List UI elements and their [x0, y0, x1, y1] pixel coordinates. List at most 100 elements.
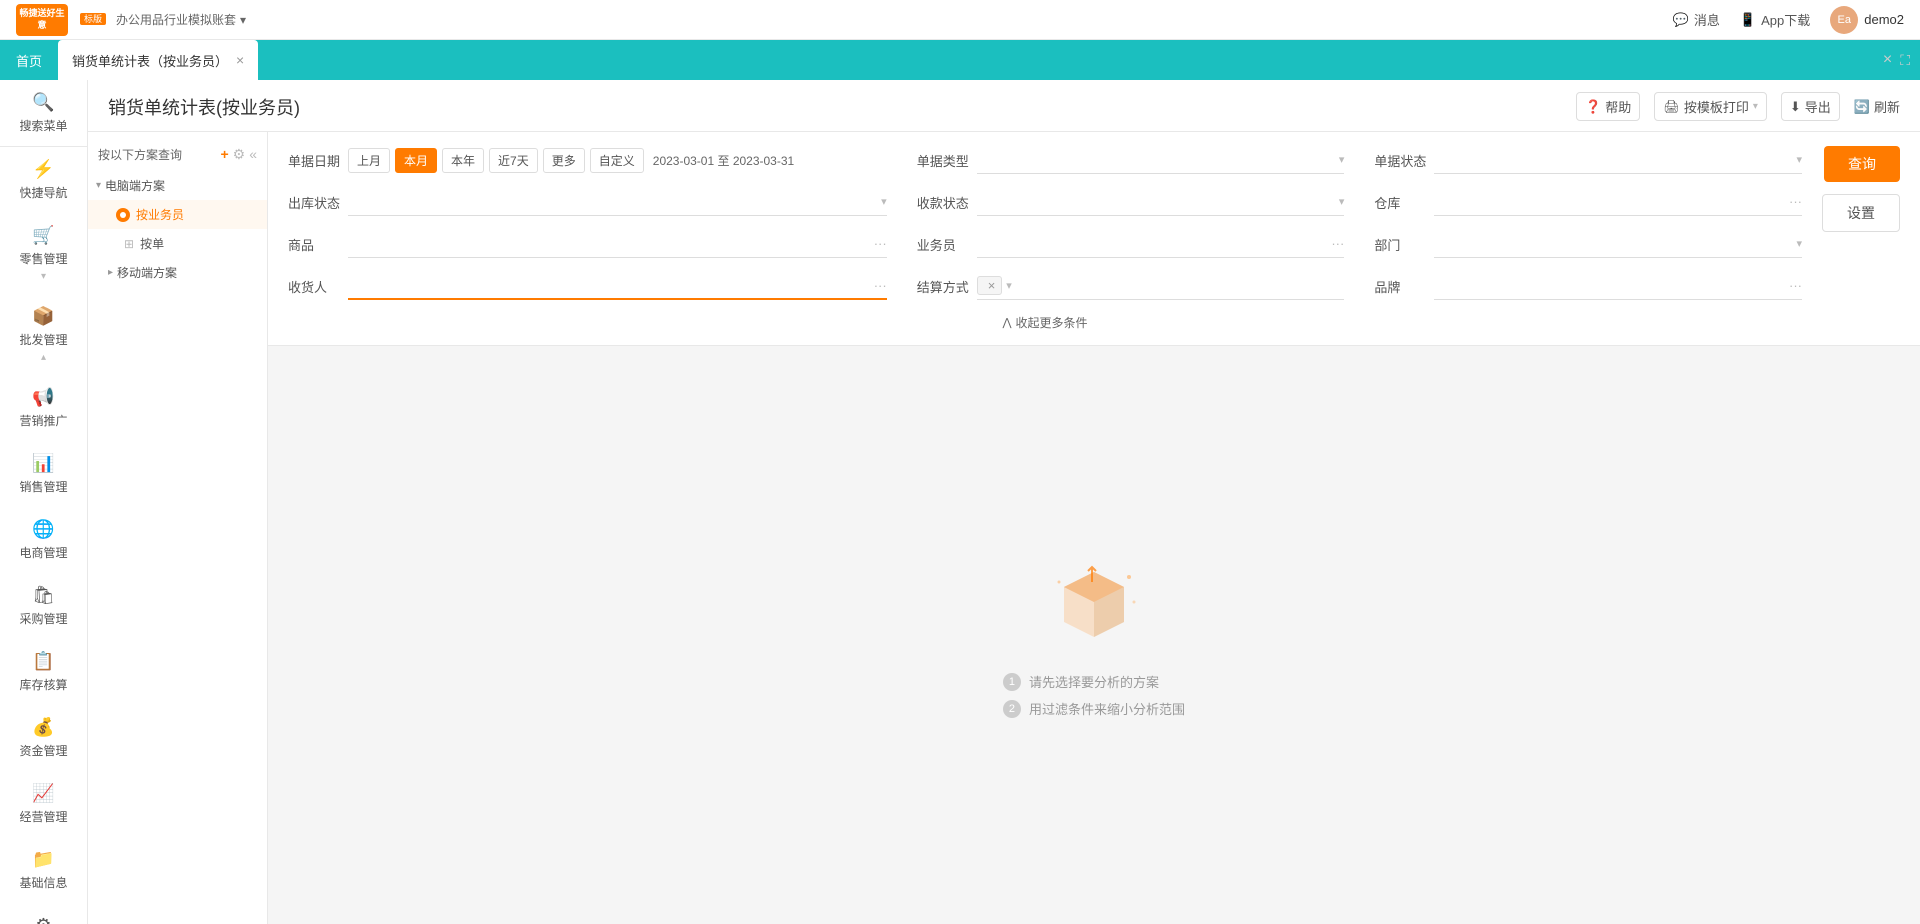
phone-icon: 📱 — [1740, 12, 1756, 28]
filter-consignee-col: 收货人 ··· — [288, 272, 887, 300]
filter-outstatus-col: 出库状态 ▾ — [288, 188, 887, 216]
doctype-select[interactable]: ▾ — [977, 146, 1345, 174]
sidebar-item-system[interactable]: ⚙ 系统管理 — [0, 903, 87, 924]
filter-warehouse-col: 仓库 ··· — [1374, 188, 1802, 216]
department-label: 部门 — [1374, 235, 1434, 254]
payment-tag-close-icon[interactable]: × — [988, 278, 996, 293]
date-btn-this-month[interactable]: 本月 — [395, 148, 437, 173]
settings-button[interactable]: 设置 — [1822, 194, 1900, 232]
collapse-button[interactable]: ⋀ 收起更多条件 — [1002, 308, 1087, 337]
consignee-input[interactable] — [348, 275, 874, 296]
outstatus-select[interactable]: ▾ — [348, 188, 887, 216]
tree-item-salesperson[interactable]: 按业务员 — [88, 200, 267, 229]
tree-item-order[interactable]: ⊞ 按单 — [88, 229, 267, 258]
window-close-button[interactable]: × — [1883, 51, 1892, 69]
print-button[interactable]: 🖨 按模板打印 ▾ — [1654, 92, 1767, 121]
brand-select[interactable]: ··· — [1434, 272, 1802, 300]
payment-tag: × — [977, 276, 1003, 295]
sidebar-item-retail[interactable]: 🛒 零售管理 ▾ — [0, 213, 87, 294]
pc-scheme-group-header[interactable]: ▾ 电脑端方案 — [88, 171, 267, 200]
salesperson-select[interactable]: ··· — [977, 230, 1345, 258]
goods-dots-icon[interactable]: ··· — [874, 236, 887, 251]
sidebar-item-search[interactable]: 🔍 搜索菜单 — [0, 80, 87, 147]
tabbar-right: × ⛶ — [1883, 51, 1920, 69]
message-button[interactable]: 💬 消息 — [1673, 10, 1720, 29]
topbar: 畅捷送好生意 标版 办公用品行业模拟账套 ▾ 💬 消息 📱 App下载 Ea d… — [0, 0, 1920, 40]
user-area[interactable]: Ea demo2 — [1830, 6, 1904, 34]
empty-tip-2: 2 用过滤条件来缩小分析范围 — [1003, 699, 1185, 718]
date-btn-7days[interactable]: 近7天 — [489, 148, 538, 173]
sidebar-item-sales[interactable]: 📊 销售管理 — [0, 441, 87, 507]
query-button[interactable]: 查询 — [1824, 146, 1900, 182]
app-download-button[interactable]: 📱 App下载 — [1740, 10, 1810, 29]
app-title-dropdown[interactable]: 办公用品行业模拟账套 ▾ — [116, 11, 246, 28]
empty-tips: 1 请先选择要分析的方案 2 用过滤条件来缩小分析范围 — [1003, 672, 1185, 718]
order-scheme-icon: ⊞ — [124, 237, 134, 251]
payment-label: 结算方式 — [917, 277, 977, 296]
window-maximize-button[interactable]: ⛶ — [1900, 52, 1910, 69]
sidebar-item-shortcut[interactable]: ⚡ 快捷导航 — [0, 147, 87, 213]
sidebar-item-ecommerce[interactable]: 🌐 电商管理 — [0, 507, 87, 573]
scheme-tree: ▾ 电脑端方案 按业务员 ⊞ 按单 — [88, 171, 267, 914]
right-content: 单据日期 上月 本月 本年 近7天 更多 自定义 2023-03-01 至 20… — [268, 132, 1920, 924]
sidebar-item-marketing[interactable]: 📢 营销推广 — [0, 375, 87, 441]
salesperson-dots-icon[interactable]: ··· — [1331, 236, 1344, 251]
left-panel-header: 按以下方案查询 + ⚙ « — [88, 142, 267, 171]
sidebar-item-purchase[interactable]: 🛍 采购管理 — [0, 573, 87, 639]
consignee-dots-icon[interactable]: ··· — [874, 278, 887, 293]
home-tab[interactable]: 首页 — [0, 40, 58, 80]
avatar-initials: Ea — [1838, 14, 1851, 26]
sidebar-finance-label: 资金管理 — [19, 742, 67, 759]
filter-date-col: 单据日期 上月 本月 本年 近7天 更多 自定义 2023-03-01 至 20… — [288, 148, 887, 173]
sidebar-item-inventory[interactable]: 📋 库存核算 — [0, 639, 87, 705]
settings-scheme-icon[interactable]: ⚙ — [233, 146, 246, 163]
department-select[interactable]: ▾ — [1434, 230, 1802, 258]
filter-salesperson-col: 业务员 ··· — [917, 230, 1345, 258]
goods-label: 商品 — [288, 235, 348, 254]
date-btn-last-month[interactable]: 上月 — [348, 148, 390, 173]
sidebar-item-finance[interactable]: 💰 资金管理 — [0, 705, 87, 771]
date-btn-custom[interactable]: 自定义 — [590, 148, 644, 173]
tip-num-1: 1 — [1003, 673, 1021, 691]
date-btn-this-year[interactable]: 本年 — [442, 148, 484, 173]
collapse-up-icon: ⋀ — [1002, 316, 1011, 329]
mobile-scheme-group: ▸ 移动端方案 — [88, 258, 267, 287]
filter-goods-col: 商品 ··· — [288, 230, 887, 258]
sidebar-item-operations[interactable]: 📈 经营管理 — [0, 771, 87, 837]
receiptstatus-arrow-icon: ▾ — [1339, 195, 1345, 208]
filter-receiptstatus-col: 收款状态 ▾ — [917, 188, 1345, 216]
page-header: 销货单统计表(按业务员) ❓ 帮助 🖨 按模板打印 ▾ ⬇ 导出 🔄 刷新 — [88, 80, 1920, 132]
receiptstatus-select[interactable]: ▾ — [977, 188, 1345, 216]
help-button[interactable]: ❓ 帮助 — [1576, 92, 1640, 121]
refresh-button[interactable]: 🔄 刷新 — [1854, 93, 1900, 120]
collapse-row: ⋀ 收起更多条件 — [288, 300, 1802, 345]
add-scheme-icon[interactable]: + — [220, 146, 228, 163]
payment-select[interactable]: × ▾ — [977, 272, 1345, 300]
active-tab-label: 销货单统计表（按业务员） — [72, 51, 228, 70]
export-button[interactable]: ⬇ 导出 — [1781, 92, 1840, 121]
export-icon: ⬇ — [1790, 99, 1801, 115]
docstatus-select[interactable]: ▾ — [1434, 146, 1802, 174]
message-icon: 💬 — [1673, 12, 1689, 28]
sidebar-search-label: 搜索菜单 — [19, 117, 67, 134]
mobile-group-arrow-icon: ▸ — [108, 267, 113, 278]
export-label: 导出 — [1805, 97, 1831, 116]
logo-tag: 标版 — [80, 13, 106, 26]
wholesale-icon: 📦 — [32, 306, 54, 327]
mobile-scheme-group-header[interactable]: ▸ 移动端方案 — [88, 258, 267, 287]
receiptstatus-label: 收款状态 — [917, 193, 977, 212]
collapse-panel-icon[interactable]: « — [249, 146, 257, 163]
brand-dots-icon[interactable]: ··· — [1789, 278, 1802, 293]
tab-close-icon[interactable]: × — [236, 52, 244, 68]
sidebar-item-basic[interactable]: 📁 基础信息 — [0, 837, 87, 903]
active-tab[interactable]: 销货单统计表（按业务员） × — [58, 40, 258, 80]
goods-select[interactable]: ··· — [348, 230, 887, 258]
refresh-label: 刷新 — [1874, 97, 1900, 116]
warehouse-dots-icon[interactable]: ··· — [1789, 194, 1802, 209]
sidebar-item-wholesale[interactable]: 📦 批发管理 ▴ — [0, 294, 87, 375]
date-options: 上月 本月 本年 近7天 更多 自定义 2023-03-01 至 2023-03… — [348, 148, 887, 173]
sidebar-retail-label: 零售管理 — [19, 250, 67, 267]
outstatus-arrow-icon: ▾ — [881, 195, 887, 208]
warehouse-select[interactable]: ··· — [1434, 188, 1802, 216]
date-btn-more[interactable]: 更多 — [543, 148, 585, 173]
